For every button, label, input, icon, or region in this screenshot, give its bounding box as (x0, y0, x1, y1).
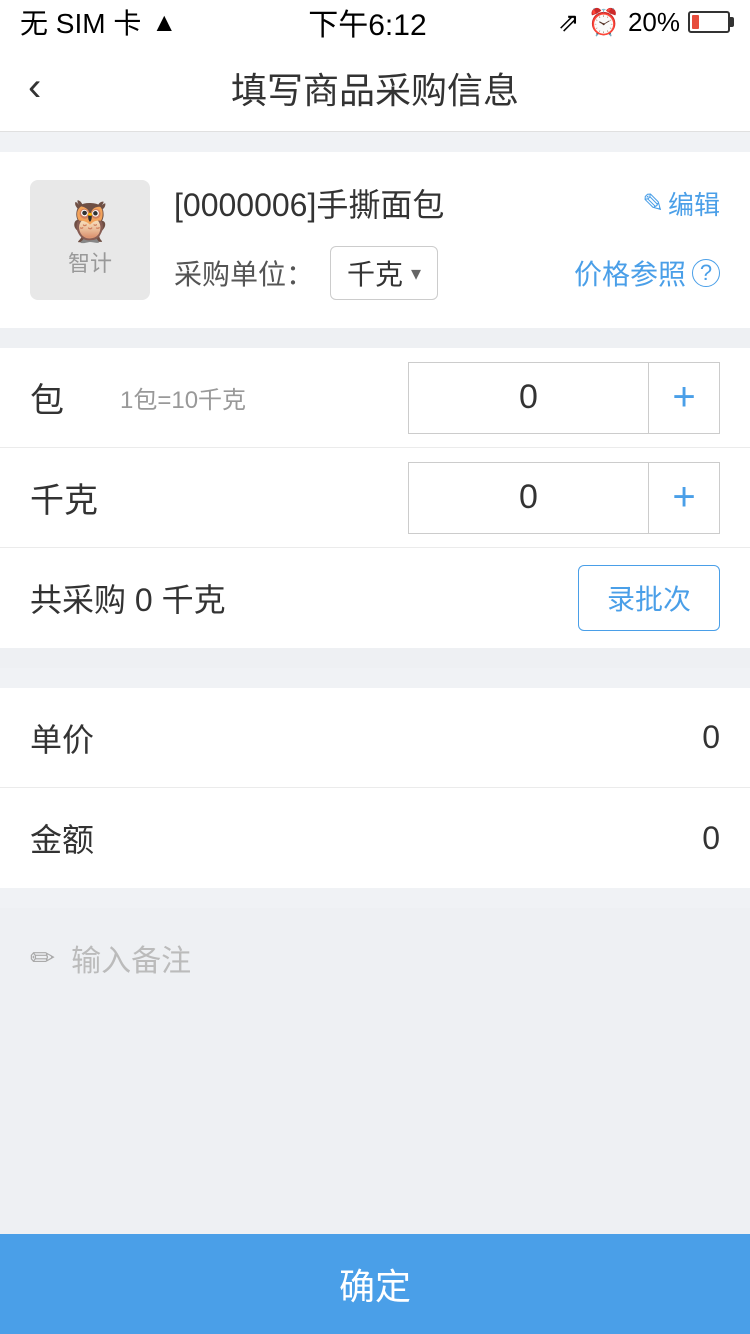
page-header: ‹ 填写商品采购信息 (0, 44, 750, 132)
confirm-button-label: 确定 (339, 1258, 411, 1310)
price-ref-label: 价格参照 (574, 253, 686, 293)
total-prefix: 共采购 (30, 582, 126, 618)
price-ref-button[interactable]: 价格参照 ? (574, 253, 720, 293)
amount-row: 金额 0 (0, 788, 750, 888)
page-title: 填写商品采购信息 (231, 62, 519, 114)
carrier-text: 无 SIM 卡 (20, 2, 141, 42)
confirm-button[interactable]: 确定 (0, 1234, 750, 1334)
status-left: 无 SIM 卡 ▲ (20, 2, 177, 42)
status-right: ⇗ ⏰ 20% (558, 7, 730, 38)
edit-label: 编辑 (668, 185, 720, 222)
batch-button[interactable]: 录批次 (578, 565, 720, 631)
quantity-input-bao[interactable] (408, 362, 648, 434)
total-row: 共采购 0 千克 录批次 (0, 548, 750, 648)
quantity-sublabel-bao: 1包=10千克 (120, 380, 408, 415)
price-section: 单价 0 金额 0 (0, 688, 750, 888)
quantity-input-wrap-bao: + (408, 362, 720, 434)
amount-value: 0 (702, 820, 720, 857)
total-text: 共采购 0 千克 (30, 575, 226, 621)
battery-icon (688, 11, 730, 33)
location-icon: ⇗ (558, 7, 580, 38)
notes-placeholder: 输入备注 (71, 936, 191, 980)
status-time: 下午6:12 (308, 0, 426, 44)
divider-1 (0, 328, 750, 348)
product-info: [0000006]手撕面包 ✎ 编辑 采购单位： 千克 ▾ 价格参照 ? (174, 180, 720, 300)
quantity-row-bao: 包 1包=10千克 + (0, 348, 750, 448)
help-icon: ? (692, 259, 720, 287)
unit-price-row: 单价 0 (0, 688, 750, 788)
product-name: [0000006]手撕面包 (174, 180, 444, 226)
edit-icon: ✎ (642, 188, 664, 219)
unit-price-value: 0 (702, 719, 720, 756)
quantity-input-wrap-kg: + (408, 462, 720, 534)
back-button[interactable]: ‹ (28, 65, 41, 110)
quantity-input-kg[interactable] (408, 462, 648, 534)
edit-button[interactable]: ✎ 编辑 (642, 185, 720, 222)
quantity-section: 包 1包=10千克 + 千克 + (0, 348, 750, 548)
purchase-unit-row: 采购单位： 千克 ▾ 价格参照 ? (174, 246, 720, 300)
battery-percentage: 20% (628, 7, 680, 38)
owl-icon: 🦉 (65, 202, 115, 242)
total-unit: 千克 (162, 582, 226, 618)
product-card: 🦉 智计 [0000006]手撕面包 ✎ 编辑 采购单位： 千克 ▾ 价格参照 … (0, 152, 750, 328)
brand-text: 智计 (68, 246, 112, 278)
unit-dropdown[interactable]: 千克 ▾ (330, 246, 438, 300)
pencil-icon: ✏ (30, 941, 55, 976)
quantity-plus-bao[interactable]: + (648, 362, 720, 434)
wifi-icon: ▲ (151, 7, 177, 38)
amount-label: 金额 (30, 815, 94, 861)
quantity-label-kg: 千克 (30, 473, 110, 522)
chevron-down-icon: ▾ (411, 261, 421, 286)
unit-value: 千克 (347, 253, 403, 293)
battery-fill (692, 15, 699, 29)
quantity-plus-kg[interactable]: + (648, 462, 720, 534)
quantity-label-bao: 包 (30, 373, 110, 422)
total-amount: 0 (135, 582, 153, 618)
status-bar: 无 SIM 卡 ▲ 下午6:12 ⇗ ⏰ 20% (0, 0, 750, 44)
product-image: 🦉 智计 (30, 180, 150, 300)
unit-label: 采购单位： (174, 253, 314, 293)
product-name-row: [0000006]手撕面包 ✎ 编辑 (174, 180, 720, 226)
divider-2 (0, 648, 750, 668)
unit-price-label: 单价 (30, 715, 94, 761)
notes-section[interactable]: ✏ 输入备注 (0, 908, 750, 1008)
alarm-icon: ⏰ (588, 7, 620, 38)
quantity-row-kg: 千克 + (0, 448, 750, 548)
